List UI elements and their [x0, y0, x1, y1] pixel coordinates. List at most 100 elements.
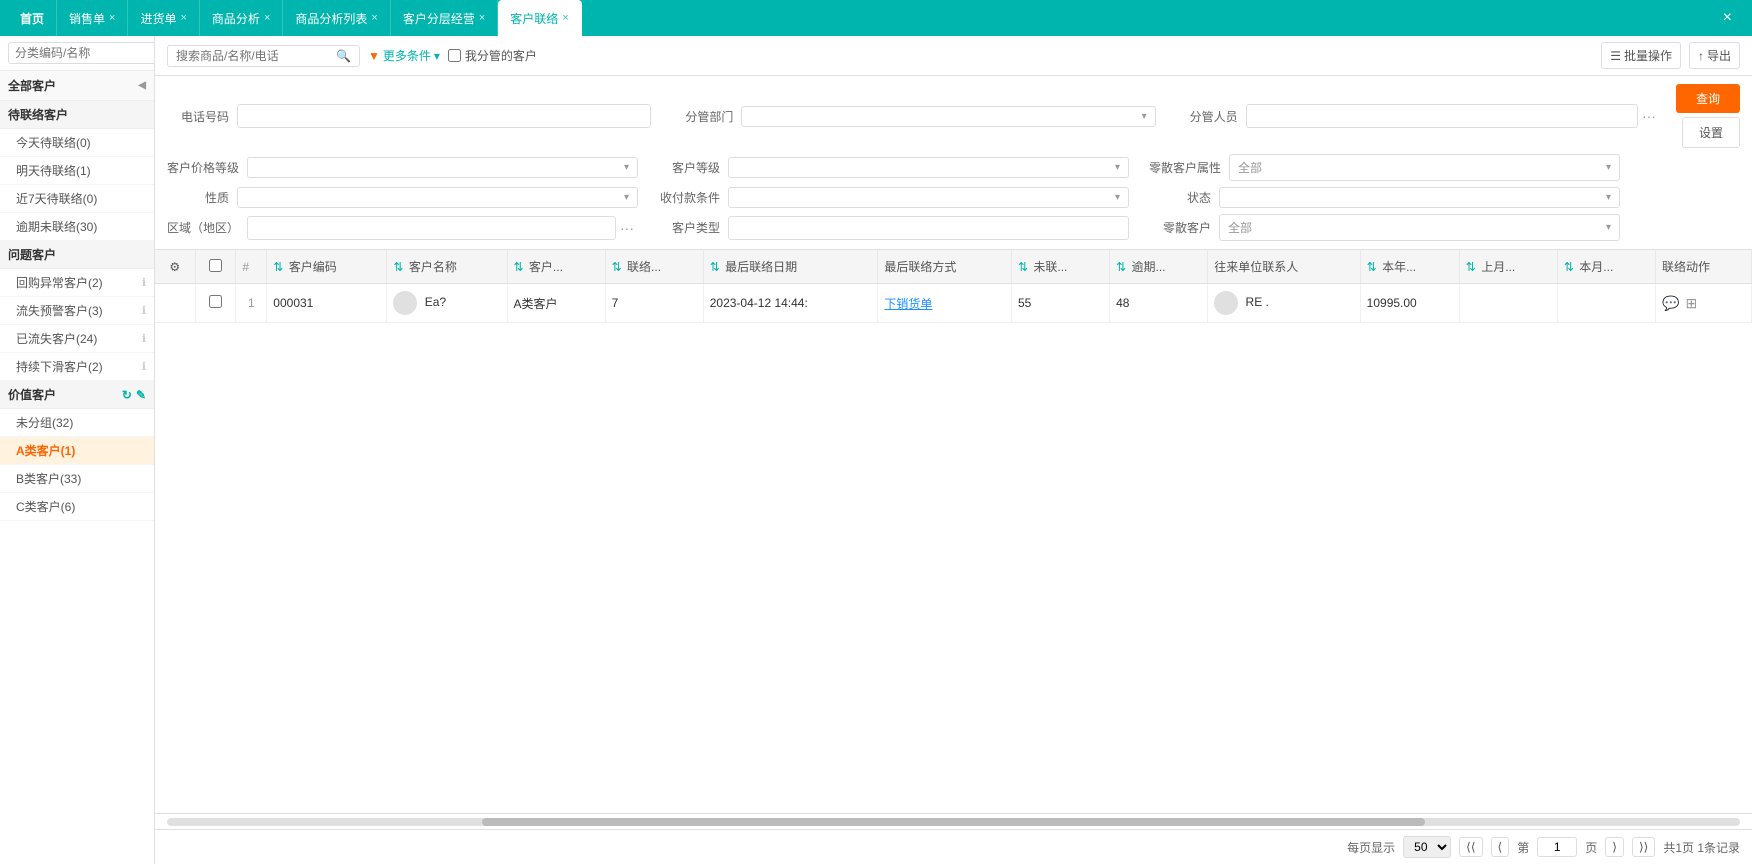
filter-cell-dept: 分管部门 ▾	[671, 106, 1155, 127]
filter-select-customer-level[interactable]: ▾	[728, 157, 1129, 178]
filter-select-dept[interactable]: ▾	[741, 106, 1155, 127]
filter-input-customer-type[interactable]	[728, 216, 1129, 240]
sidebar-value-customer-header[interactable]: 价值客户 ↻ ✎	[0, 381, 154, 409]
sidebar-item-class-c[interactable]: C类客户(6)	[0, 493, 154, 521]
filter-label-retail: 零散客户	[1149, 219, 1219, 236]
cell-num: 1	[236, 284, 267, 323]
row-checkbox[interactable]	[209, 295, 222, 308]
close-purchase-icon[interactable]: ×	[180, 12, 186, 24]
cell-last-date: 2023-04-12 14:44:	[703, 284, 878, 323]
filter-search-input[interactable]	[176, 49, 336, 63]
col-name[interactable]: ⇅ 客户名称	[387, 250, 507, 284]
col-code[interactable]: ⇅ 客户编码	[267, 250, 387, 284]
col-overdue[interactable]: ⇅ 逾期...	[1110, 250, 1208, 284]
col-uncontacted[interactable]: ⇅ 未联...	[1011, 250, 1109, 284]
horizontal-scrollbar[interactable]	[155, 813, 1752, 829]
sidebar-item-abnormal[interactable]: 回购异常客户(2) ℹ	[0, 269, 154, 297]
sidebar-item-7days[interactable]: 近7天待联络(0)	[0, 185, 154, 213]
sidebar-all-customers[interactable]: 全部客户 ◀	[0, 71, 154, 101]
filter-search-box: 🔍	[167, 45, 360, 67]
filter-select-nature[interactable]: ▾	[237, 187, 638, 208]
nav-home[interactable]: 首页	[8, 0, 57, 36]
close-analysis-icon[interactable]: ×	[264, 12, 270, 24]
window-close-button[interactable]: ×	[1711, 9, 1744, 27]
filter-row-1: 电话号码 分管部门 ▾ 分管人员 ··· 查询 设置	[167, 84, 1740, 148]
sidebar-search-input[interactable]	[8, 42, 155, 64]
close-customer-tier-icon[interactable]: ×	[479, 12, 485, 24]
sidebar-item-churned[interactable]: 已流失客户(24) ℹ	[0, 325, 154, 353]
filter-select-payment[interactable]: ▾	[728, 187, 1129, 208]
page-number-input[interactable]	[1537, 837, 1577, 857]
chevron-down-icon: ▾	[434, 49, 440, 63]
filter-select-price-level[interactable]: ▾	[247, 157, 638, 178]
query-button[interactable]: 查询	[1676, 84, 1740, 113]
nav-tab-customer-tier[interactable]: 客户分层经营 ×	[391, 0, 498, 36]
my-customers-checkbox[interactable]	[448, 49, 461, 62]
sidebar-collapse-icon: ◀	[138, 80, 146, 91]
sidebar-item-class-b[interactable]: B类客户(33)	[0, 465, 154, 493]
sidebar-item-tomorrow[interactable]: 明天待联络(1)	[0, 157, 154, 185]
cell-uncontacted: 55	[1011, 284, 1109, 323]
filter-bar: 🔍 ▼ 更多条件 ▾ 我分管的客户 ☰ 批量操作 ↑ 导出	[155, 36, 1752, 76]
filter-input-manager[interactable]	[1246, 104, 1638, 128]
sidebar-item-unclassified[interactable]: 未分组(32)	[0, 409, 154, 437]
col-last-month[interactable]: ⇅ 上月...	[1459, 250, 1557, 284]
filter-label-customer-level: 客户等级	[658, 159, 728, 176]
export-button[interactable]: ↑ 导出	[1689, 42, 1740, 69]
edit-icon[interactable]: ✎	[136, 388, 146, 402]
batch-op-button[interactable]: ☰ 批量操作	[1601, 42, 1681, 69]
sidebar-search-area: 🔍	[0, 36, 154, 71]
next-page-button[interactable]: ⟩	[1605, 837, 1624, 857]
filter-my-customers[interactable]: 我分管的客户	[448, 47, 537, 64]
col-contact[interactable]: ⇅ 联络...	[605, 250, 703, 284]
col-last-date[interactable]: ⇅ 最后联络日期	[703, 250, 878, 284]
nav-tab-salesorder[interactable]: 销售单 ×	[57, 0, 128, 36]
col-last-method[interactable]: 最后联络方式	[878, 250, 1012, 284]
manager-dots-icon[interactable]: ···	[1638, 104, 1660, 128]
col-contact-person[interactable]: 往来单位联系人	[1208, 250, 1360, 284]
sidebar-value-actions: ↻ ✎	[122, 388, 146, 402]
refresh-icon[interactable]: ↻	[122, 388, 132, 402]
region-dots-icon[interactable]: ···	[616, 216, 638, 240]
select-all-checkbox[interactable]	[209, 259, 222, 272]
qrcode-action-icon[interactable]: ⊞	[1685, 295, 1697, 312]
col-this-month[interactable]: ⇅ 本月...	[1557, 250, 1655, 284]
filter-cell-retail-attr: 零散客户属性 全部 ▾	[1149, 154, 1620, 181]
filter-input-region[interactable]	[247, 216, 616, 240]
page-size-select[interactable]: 50	[1403, 836, 1451, 858]
col-level[interactable]: ⇅ 客户...	[507, 250, 605, 284]
filter-input-phone[interactable]	[237, 104, 651, 128]
col-current-year[interactable]: ⇅ 本年...	[1360, 250, 1459, 284]
cell-last-method[interactable]: 下销货单	[878, 284, 1012, 323]
filter-search-icon[interactable]: 🔍	[336, 49, 351, 63]
filter-select-status[interactable]: ▾	[1219, 187, 1620, 208]
nav-tab-customer-contact[interactable]: 客户联络 ×	[498, 0, 581, 36]
filter-more-conditions[interactable]: ▼ 更多条件 ▾	[368, 47, 440, 64]
nav-tab-purchase[interactable]: 进货单 ×	[128, 0, 199, 36]
sidebar-problem-customer-header[interactable]: 问题客户	[0, 241, 154, 269]
sidebar-item-declining[interactable]: 持续下滑客户(2) ℹ	[0, 353, 154, 381]
settings-icon[interactable]: ⚙	[169, 260, 180, 274]
settings-button[interactable]: 设置	[1682, 117, 1740, 148]
first-page-button[interactable]: ⟨⟨	[1459, 837, 1482, 857]
filter-select-retail[interactable]: 全部 ▾	[1219, 214, 1620, 241]
sort-icon-lastmonth: ⇅	[1466, 260, 1476, 274]
last-page-button[interactable]: ⟩⟩	[1632, 837, 1655, 857]
nav-tab-analysis[interactable]: 商品分析 ×	[200, 0, 283, 36]
filter-select-retail-attr[interactable]: 全部 ▾	[1229, 154, 1620, 181]
close-customer-contact-icon[interactable]: ×	[562, 12, 568, 24]
sidebar-item-class-a[interactable]: A类客户(1)	[0, 437, 154, 465]
cell-checkbox	[195, 284, 236, 323]
sidebar-item-churn-warning[interactable]: 流失预警客户(3) ℹ	[0, 297, 154, 325]
col-settings[interactable]: ⚙	[155, 250, 195, 284]
sidebar-item-today[interactable]: 今天待联络(0)	[0, 129, 154, 157]
close-salesorder-icon[interactable]: ×	[109, 12, 115, 24]
nav-tab-analysis-list[interactable]: 商品分析列表 ×	[283, 0, 390, 36]
chat-action-icon[interactable]: 💬	[1662, 295, 1679, 312]
page-total: 共1页 1条记录	[1663, 839, 1740, 856]
prev-page-button[interactable]: ⟨	[1491, 837, 1510, 857]
sort-icon-year: ⇅	[1367, 260, 1377, 274]
sidebar-item-overdue[interactable]: 逾期未联络(30)	[0, 213, 154, 241]
sidebar-pending-contact-header[interactable]: 待联络客户	[0, 101, 154, 129]
close-analysis-list-icon[interactable]: ×	[371, 12, 377, 24]
